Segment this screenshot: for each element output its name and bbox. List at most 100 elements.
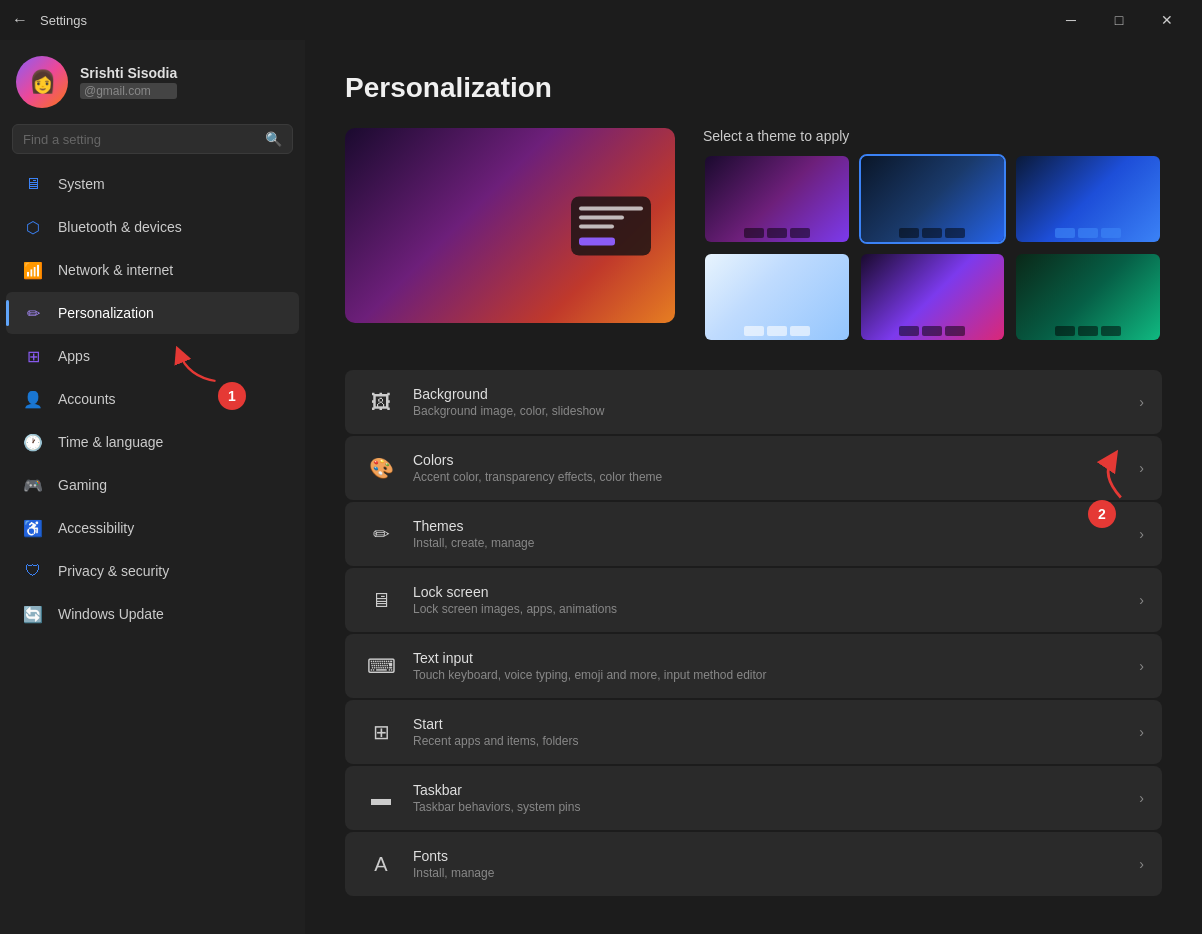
search-input[interactable] [23, 132, 257, 147]
sidebar-item-accessibility[interactable]: ♿Accessibility [6, 507, 299, 549]
nav-icon-apps: ⊞ [22, 345, 44, 367]
settings-icon-fonts: A [363, 846, 399, 882]
taskbar-dot [1055, 326, 1075, 336]
nav-icon-bluetooth: ⬡ [22, 216, 44, 238]
settings-desc-colors: Accent color, transparency effects, colo… [413, 470, 1131, 484]
theme-section: Select a theme to apply [345, 128, 1162, 342]
sidebar: 👩 Srishti Sisodia @gmail.com 🔍 🖥System ⬡ B… [0, 40, 305, 934]
sidebar-item-time[interactable]: 🕐 Time & language [6, 421, 299, 463]
settings-title-start: Start [413, 716, 1131, 732]
nav-label-gaming: Gaming [58, 477, 107, 493]
settings-icon-text-input: ⌨ [363, 648, 399, 684]
theme-thumb-t3[interactable] [1014, 154, 1162, 244]
settings-item-fonts[interactable]: AFontsInstall, manage› [345, 832, 1162, 896]
nav-icon-time: 🕐 [22, 431, 44, 453]
settings-icon-taskbar: ▬ [363, 780, 399, 816]
main-content: Personalization Select a theme to apply … [305, 40, 1202, 934]
settings-item-colors[interactable]: 🎨 ColorsAccent color, transparency effect… [345, 436, 1162, 500]
settings-item-background[interactable]: 🖼BackgroundBackground image, color, slid… [345, 370, 1162, 434]
sidebar-item-gaming[interactable]: 🎮 Gaming [6, 464, 299, 506]
sidebar-nav: 🖥System ⬡ Bluetooth & devices 📶Network & in… [0, 162, 305, 636]
taskbar-dot [945, 228, 965, 238]
settings-icon-themes: ✏ [363, 516, 399, 552]
sidebar-item-personalization[interactable]: ✏Personalization [6, 292, 299, 334]
settings-item-start[interactable]: ⊞StartRecent apps and items, folders› [345, 700, 1162, 764]
nav-icon-accessibility: ♿ [22, 517, 44, 539]
taskbar-dot [1101, 228, 1121, 238]
sidebar-item-system[interactable]: 🖥System [6, 163, 299, 205]
settings-desc-lock-screen: Lock screen images, apps, animations [413, 602, 1131, 616]
theme-inner-t6 [1016, 254, 1160, 340]
settings-icon-colors: 🎨 [363, 450, 399, 486]
sidebar-item-windows-update[interactable]: 🔄Windows Update [6, 593, 299, 635]
theme-inner-t1 [705, 156, 849, 242]
settings-item-themes[interactable]: ✏ThemesInstall, create, manage› [345, 502, 1162, 566]
theme-taskbar-t6 [1016, 322, 1160, 340]
settings-text-colors: ColorsAccent color, transparency effects… [413, 452, 1131, 484]
settings-item-lock-screen[interactable]: 🖥Lock screenLock screen images, apps, an… [345, 568, 1162, 632]
settings-title-text-input: Text input [413, 650, 1131, 666]
theme-thumb-t6[interactable] [1014, 252, 1162, 342]
user-email: @gmail.com [80, 83, 177, 99]
settings-text-themes: ThemesInstall, create, manage [413, 518, 1131, 550]
taskbar-dot [922, 326, 942, 336]
theme-select-label: Select a theme to apply [703, 128, 1162, 144]
chevron-icon-background: › [1139, 394, 1144, 410]
sidebar-item-apps[interactable]: ⊞ Apps [6, 335, 299, 377]
nav-icon-privacy: 🛡 [22, 560, 44, 582]
settings-text-background: BackgroundBackground image, color, slide… [413, 386, 1131, 418]
taskbar-dot [767, 326, 787, 336]
taskbar-dot [790, 326, 810, 336]
theme-thumb-t1[interactable] [703, 154, 851, 244]
user-profile: 👩 Srishti Sisodia @gmail.com [0, 40, 305, 120]
settings-item-text-input[interactable]: ⌨ Text input Touch keyboard, voice typing,… [345, 634, 1162, 698]
settings-desc-background: Background image, color, slideshow [413, 404, 1131, 418]
theme-inner-t3 [1016, 156, 1160, 242]
theme-taskbar-t3 [1016, 224, 1160, 242]
nav-icon-accounts: 👤 [22, 388, 44, 410]
taskbar-dot [922, 228, 942, 238]
nav-label-windows-update: Windows Update [58, 606, 164, 622]
theme-preview [345, 128, 675, 323]
theme-inner-t4 [705, 254, 849, 340]
chevron-icon-start: › [1139, 724, 1144, 740]
chevron-icon-text-input: › [1139, 658, 1144, 674]
maximize-button[interactable]: □ [1096, 4, 1142, 36]
preview-taskbar [571, 196, 651, 255]
theme-taskbar-t2 [861, 224, 1005, 242]
settings-icon-start: ⊞ [363, 714, 399, 750]
nav-label-personalization: Personalization [58, 305, 154, 321]
taskbar-dot [1078, 326, 1098, 336]
close-button[interactable]: ✕ [1144, 4, 1190, 36]
settings-item-taskbar[interactable]: ▬TaskbarTaskbar behaviors, system pins› [345, 766, 1162, 830]
sidebar-item-accounts[interactable]: 👤 Accounts [6, 378, 299, 420]
theme-thumb-t4[interactable] [703, 252, 851, 342]
nav-label-accounts: Accounts [58, 391, 116, 407]
nav-icon-gaming: 🎮 [22, 474, 44, 496]
sidebar-item-network[interactable]: 📶Network & internet [6, 249, 299, 291]
taskbar-dot [744, 228, 764, 238]
search-icon: 🔍 [265, 131, 282, 147]
search-box[interactable]: 🔍 [12, 124, 293, 154]
theme-taskbar-t4 [705, 322, 849, 340]
nav-label-time: Time & language [58, 434, 163, 450]
titlebar: ← Settings ─ □ ✕ [0, 0, 1202, 40]
titlebar-title: Settings [40, 13, 87, 28]
sidebar-item-privacy[interactable]: 🛡Privacy & security [6, 550, 299, 592]
settings-text-text-input: Text input Touch keyboard, voice typing, … [413, 650, 1131, 682]
minimize-button[interactable]: ─ [1048, 4, 1094, 36]
preview-btn [579, 237, 615, 245]
theme-thumb-t2[interactable] [859, 154, 1007, 244]
nav-label-system: System [58, 176, 105, 192]
theme-thumb-t5[interactable] [859, 252, 1007, 342]
back-button[interactable]: ← [12, 11, 28, 29]
chevron-icon-fonts: › [1139, 856, 1144, 872]
settings-title-taskbar: Taskbar [413, 782, 1131, 798]
taskbar-dot [767, 228, 787, 238]
user-name: Srishti Sisodia [80, 65, 177, 81]
nav-label-bluetooth: Bluetooth & devices [58, 219, 182, 235]
nav-label-apps: Apps [58, 348, 90, 364]
settings-desc-text-input: Touch keyboard, voice typing, emoji and … [413, 668, 1131, 682]
preview-line-3 [579, 224, 614, 228]
sidebar-item-bluetooth[interactable]: ⬡ Bluetooth & devices [6, 206, 299, 248]
